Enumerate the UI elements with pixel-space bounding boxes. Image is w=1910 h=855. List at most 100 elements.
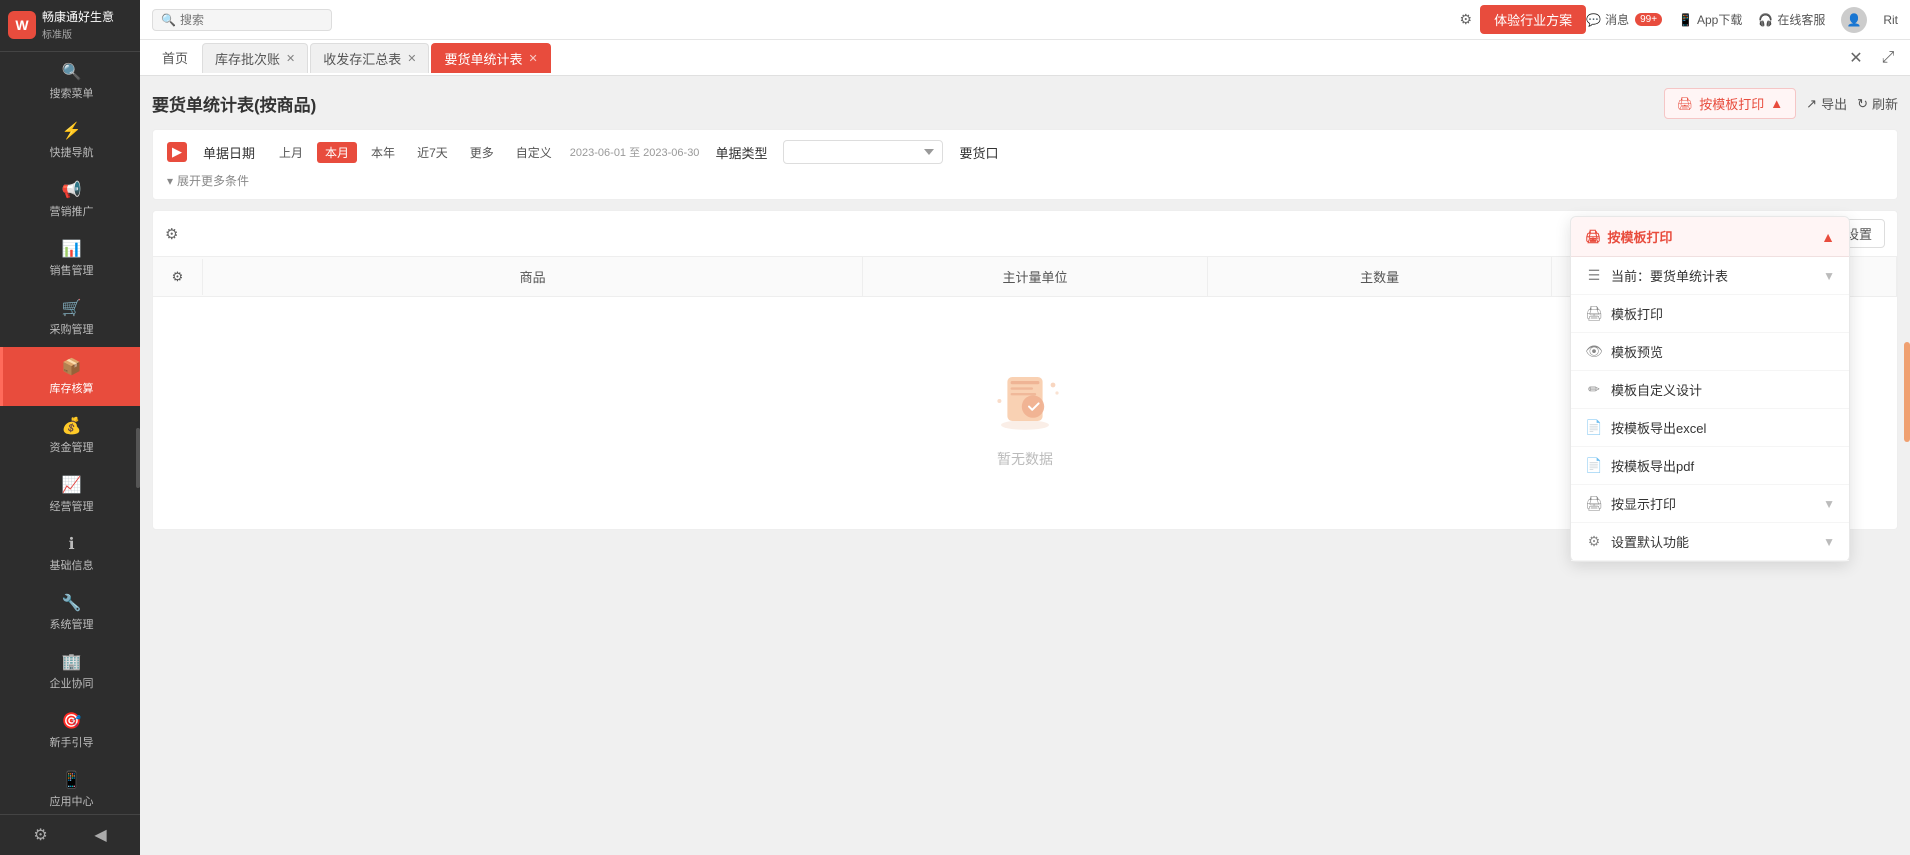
dropdown-item-export-pdf[interactable]: 📄 按模板导出pdf <box>1571 447 1849 485</box>
close-collection-summary-tab[interactable]: ✕ <box>407 52 416 65</box>
tab-home[interactable]: 首页 <box>150 43 200 73</box>
app-download-item[interactable]: 📱 App下载 <box>1678 11 1742 28</box>
messages-icon: 💬 <box>1586 13 1601 27</box>
sidebar-item-finance[interactable]: 💰 资金管理 <box>0 406 140 465</box>
sidebar-item-inventory[interactable]: 📦 库存核算 <box>0 347 140 406</box>
refresh-button[interactable]: ↻ 刷新 <box>1857 94 1898 113</box>
home-tab-label: 首页 <box>162 48 188 67</box>
refresh-icon: ↻ <box>1857 96 1868 112</box>
avatar[interactable]: 👤 <box>1841 7 1867 33</box>
sidebar-item-operations[interactable]: 📈 经营管理 <box>0 465 140 524</box>
sidebar-item-marketing[interactable]: 📢 营销推广 <box>0 170 140 229</box>
export-pdf-icon: 📄 <box>1585 457 1603 474</box>
sidebar-item-purchase[interactable]: 🛒 采购管理 <box>0 288 140 347</box>
dropdown-item-current[interactable]: ☰ 当前：要货单统计表 ▼ <box>1571 257 1849 295</box>
chevron-up-icon: ▲ <box>1770 96 1783 111</box>
operations-icon: 📈 <box>62 475 82 495</box>
close-all-tabs-button[interactable]: ✕ <box>1844 46 1868 70</box>
finance-icon: 💰 <box>62 416 82 436</box>
sidebar-bottom: ⚙ ◀ <box>0 814 140 855</box>
main-content: 🔍 ⚙ 体验行业方案 💬 消息 99+ 📱 App下载 🎧 在线客服 👤 R <box>140 0 1910 855</box>
dropdown-item-template-print[interactable]: 🖨 模板打印 <box>1571 295 1849 333</box>
headset-icon: 🎧 <box>1758 13 1773 27</box>
filter-area: ▶ 单据日期 上月 本月 本年 近7天 更多 自定义 2023-06-01 至 … <box>152 129 1898 200</box>
dropdown-collapse-icon[interactable]: ▲ <box>1821 229 1835 245</box>
search-icon: 🔍 <box>62 62 82 82</box>
date-prev-month[interactable]: 上月 <box>271 142 311 163</box>
date-more[interactable]: 更多 <box>462 142 502 163</box>
page-content: 要货单统计表(按商品) 🖨 按模板打印 ▲ ↗ 导出 ↻ 刷新 <box>140 76 1910 855</box>
search-input[interactable] <box>180 13 310 27</box>
maximize-button[interactable]: ⤢ <box>1876 46 1900 70</box>
date-last7days[interactable]: 近7天 <box>409 142 456 163</box>
dropdown-item-export-excel[interactable]: 📄 按模板导出excel <box>1571 409 1849 447</box>
template-preview-icon: 👁 <box>1585 343 1603 360</box>
close-order-stats-tab[interactable]: ✕ <box>529 52 538 65</box>
export-button[interactable]: ↗ 导出 <box>1806 94 1847 113</box>
dropdown-printer-icon: 🖨 <box>1585 229 1602 245</box>
sidebar: W 畅康通好生意 标准版 🔍 搜索菜单 ⚡ 快捷导航 📢 营销推广 📊 销售管理… <box>0 0 140 855</box>
page-actions: 🖨 按模板打印 ▲ ↗ 导出 ↻ 刷新 <box>1664 88 1898 119</box>
chevron-down-icon: ▾ <box>167 174 173 188</box>
tab-order-stats[interactable]: 要货单统计表 ✕ <box>431 43 550 73</box>
search-topbar-icon: 🔍 <box>161 13 176 27</box>
col-settings[interactable]: ⚙ <box>153 259 203 295</box>
table-settings-icon[interactable]: ⚙ <box>165 225 178 243</box>
inventory-icon: 📦 <box>62 357 82 377</box>
page-title: 要货单统计表(按商品) <box>152 91 316 116</box>
messages-item[interactable]: 💬 消息 99+ <box>1586 11 1662 28</box>
dropdown-item-display-print[interactable]: 🖨 按显示打印 ▼ <box>1571 485 1849 523</box>
system-icon: 🔧 <box>62 593 82 613</box>
filter-collapse-btn[interactable]: ▶ <box>167 142 187 162</box>
default-func-icon: ⚙ <box>1585 533 1603 550</box>
marketing-icon: 📢 <box>62 180 82 200</box>
print-button[interactable]: 🖨 按模板打印 ▲ <box>1664 88 1796 119</box>
topbar-right: 💬 消息 99+ 📱 App下载 🎧 在线客服 👤 Rit <box>1586 7 1898 33</box>
date-current-month[interactable]: 本月 <box>317 142 357 163</box>
yh-filter-label: 要货口 <box>959 143 998 162</box>
col-unit: 主计量单位 <box>863 257 1208 296</box>
date-current-year[interactable]: 本年 <box>363 142 403 163</box>
empty-illustration <box>985 357 1065 437</box>
chevron-right-icon: ▼ <box>1823 269 1835 283</box>
new-guide-icon: 🎯 <box>62 711 82 731</box>
dropdown-item-template-preview[interactable]: 👁 模板预览 <box>1571 333 1849 371</box>
current-template-icon: ☰ <box>1585 267 1603 284</box>
username-label: Rit <box>1883 13 1898 27</box>
settings-bottom-icon[interactable]: ⚙ <box>33 825 47 845</box>
sidebar-item-sales[interactable]: 📊 销售管理 <box>0 229 140 288</box>
gear-icon[interactable]: ⚙ <box>1460 11 1473 28</box>
app-center-icon: 📱 <box>62 770 82 790</box>
right-scrollbar[interactable] <box>1904 342 1910 442</box>
sidebar-item-enterprise[interactable]: 🏢 企业协同 <box>0 642 140 701</box>
sidebar-item-new-guide[interactable]: 🎯 新手引导 <box>0 701 140 760</box>
type-filter-label: 单据类型 <box>715 143 767 162</box>
experience-button[interactable]: 体验行业方案 <box>1480 5 1586 34</box>
expand-more-btn[interactable]: ▾ 展开更多条件 <box>167 172 1883 189</box>
sidebar-item-system[interactable]: 🔧 系统管理 <box>0 583 140 642</box>
tab-collection-summary[interactable]: 收发存汇总表 ✕ <box>310 43 429 73</box>
filter-row: ▶ 单据日期 上月 本月 本年 近7天 更多 自定义 2023-06-01 至 … <box>167 140 1883 164</box>
type-filter-select[interactable] <box>783 140 943 164</box>
app-badge: 标准版 <box>42 26 114 41</box>
tabs-bar: 首页 库存批次账 ✕ 收发存汇总表 ✕ 要货单统计表 ✕ ✕ ⤢ <box>140 40 1910 76</box>
dropdown-item-template-design[interactable]: ✏ 模板自定义设计 <box>1571 371 1849 409</box>
date-custom[interactable]: 自定义 <box>508 142 560 163</box>
printer-icon: 🖨 <box>1677 96 1694 112</box>
online-service-item[interactable]: 🎧 在线客服 <box>1758 11 1825 28</box>
sidebar-item-basic-info[interactable]: ℹ 基础信息 <box>0 524 140 583</box>
sales-icon: 📊 <box>62 239 82 259</box>
print-dropdown-panel: 🖨 按模板打印 ▲ ☰ 当前：要货单统计表 ▼ 🖨 模板打印 👁 模板预览 <box>1570 216 1850 562</box>
topbar-search[interactable]: 🔍 <box>152 9 332 31</box>
close-inventory-batch-tab[interactable]: ✕ <box>286 52 295 65</box>
display-print-icon: 🖨 <box>1585 495 1603 512</box>
dropdown-header-title: 🖨 按模板打印 <box>1585 227 1673 246</box>
sidebar-item-quick-nav[interactable]: ⚡ 快捷导航 <box>0 111 140 170</box>
tab-inventory-batch[interactable]: 库存批次账 ✕ <box>202 43 308 73</box>
sidebar-item-app-center[interactable]: 📱 应用中心 <box>0 760 140 814</box>
sidebar-nav: 🔍 搜索菜单 ⚡ 快捷导航 📢 营销推广 📊 销售管理 🛒 采购管理 📦 库存核… <box>0 52 140 814</box>
quick-nav-icon: ⚡ <box>62 121 82 141</box>
collapse-icon[interactable]: ◀ <box>94 825 106 845</box>
dropdown-item-default-func[interactable]: ⚙ 设置默认功能 ▼ <box>1571 523 1849 561</box>
sidebar-item-search[interactable]: 🔍 搜索菜单 <box>0 52 140 111</box>
